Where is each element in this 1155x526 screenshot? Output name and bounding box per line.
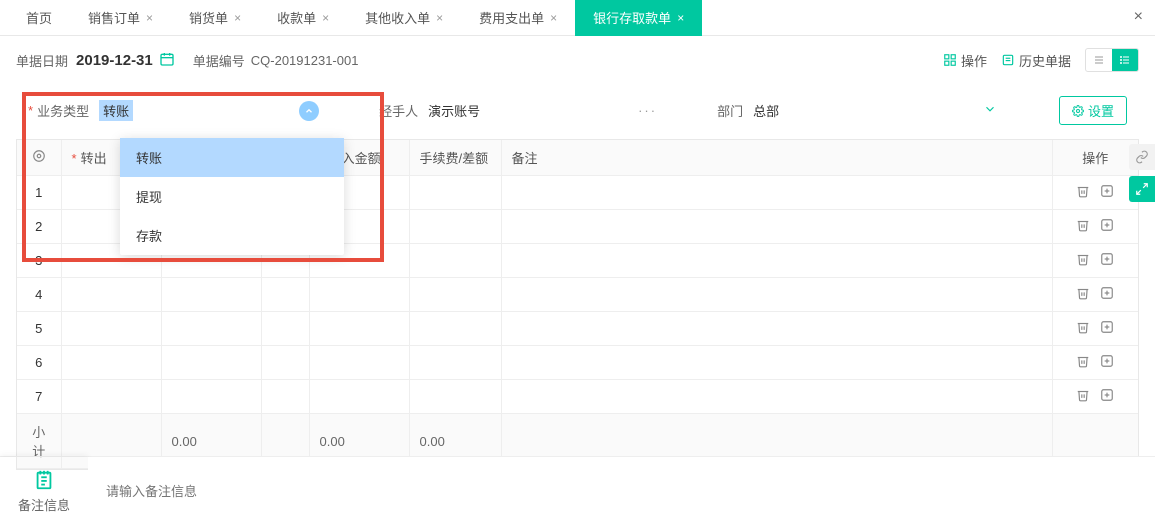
dropdown-item-transfer[interactable]: 转账 xyxy=(120,138,344,177)
delete-row-icon[interactable] xyxy=(1076,388,1090,405)
dept-value[interactable]: 总部 xyxy=(753,101,863,120)
remarks-section: 备注信息 xyxy=(0,456,1155,526)
delete-row-icon[interactable] xyxy=(1076,286,1090,303)
dropdown-item-deposit[interactable]: 存款 xyxy=(120,216,344,255)
tab-receipt[interactable]: 收款单 × xyxy=(259,0,347,36)
dropdown-item-withdraw[interactable]: 提现 xyxy=(120,177,344,216)
col-fee: 手续费/差额 xyxy=(409,140,501,176)
row-index: 4 xyxy=(17,278,61,312)
col-settings[interactable] xyxy=(17,140,61,176)
table-row[interactable]: 6 xyxy=(17,346,1138,380)
history-label: 历史单据 xyxy=(1019,51,1071,70)
handler-field: 经手人 演示账号 ··· xyxy=(379,101,657,120)
tab-home[interactable]: 首页 xyxy=(8,0,70,36)
delete-row-icon[interactable] xyxy=(1076,320,1090,337)
side-toolbar xyxy=(1129,144,1155,208)
add-row-icon[interactable] xyxy=(1100,218,1114,235)
add-row-icon[interactable] xyxy=(1100,388,1114,405)
document-header: 单据日期 2019-12-31 单据编号 CQ-20191231-001 操作 … xyxy=(0,36,1155,84)
close-all-button[interactable]: × xyxy=(1134,8,1143,26)
biz-type-combo[interactable]: 转账 xyxy=(99,100,319,121)
form-row: * 业务类型 转账 经手人 演示账号 ··· 部门 总部 设置 xyxy=(0,84,1155,139)
date-value[interactable]: 2019-12-31 xyxy=(76,52,153,69)
col-remark: 备注 xyxy=(501,140,1052,176)
dept-label: 部门 xyxy=(717,101,743,120)
remarks-tab[interactable]: 备注信息 xyxy=(0,457,88,526)
close-icon[interactable]: × xyxy=(146,11,153,25)
tab-label: 首页 xyxy=(26,8,52,27)
history-link[interactable]: 历史单据 xyxy=(1001,51,1071,70)
operations-link[interactable]: 操作 xyxy=(943,51,987,70)
delete-row-icon[interactable] xyxy=(1076,184,1090,201)
delete-row-icon[interactable] xyxy=(1076,218,1090,235)
tab-label: 销售订单 xyxy=(88,8,140,27)
ops-label: 操作 xyxy=(961,51,987,70)
row-index: 6 xyxy=(17,346,61,380)
nav-tabs: 首页 销售订单 × 销货单 × 收款单 × 其他收入单 × 费用支出单 × 银行存取款单 ×… xyxy=(0,0,1155,36)
doc-number-value: CQ-20191231-001 xyxy=(251,53,359,68)
row-index: 7 xyxy=(17,380,61,414)
add-row-icon[interactable] xyxy=(1100,354,1114,371)
tab-label: 其他收入单 xyxy=(365,8,430,27)
row-index: 3 xyxy=(17,244,61,278)
table-row[interactable]: 5 xyxy=(17,312,1138,346)
biz-type-field: * 业务类型 转账 xyxy=(28,100,319,121)
expand-icon[interactable] xyxy=(1129,176,1155,202)
tab-bank-transfer[interactable]: 银行存取款单 × xyxy=(575,0,702,36)
add-row-icon[interactable] xyxy=(1100,184,1114,201)
table-row[interactable]: 4 xyxy=(17,278,1138,312)
close-icon[interactable]: × xyxy=(436,11,443,25)
settings-label: 设置 xyxy=(1088,101,1114,120)
more-icon[interactable]: ··· xyxy=(638,103,657,118)
tab-sales-order[interactable]: 销售订单 × xyxy=(70,0,171,36)
add-row-icon[interactable] xyxy=(1100,252,1114,269)
view-list-button[interactable] xyxy=(1112,49,1138,71)
tab-expense[interactable]: 费用支出单 × xyxy=(461,0,575,36)
chevron-up-icon[interactable] xyxy=(299,101,319,121)
remarks-tab-label: 备注信息 xyxy=(18,495,70,514)
biz-value: 转账 xyxy=(99,100,133,121)
biz-label: 业务类型 xyxy=(37,101,89,120)
tab-other-income[interactable]: 其他收入单 × xyxy=(347,0,461,36)
add-row-icon[interactable] xyxy=(1100,286,1114,303)
delete-row-icon[interactable] xyxy=(1076,252,1090,269)
tab-label: 销货单 xyxy=(189,8,228,27)
close-icon[interactable]: × xyxy=(677,11,684,25)
close-icon[interactable]: × xyxy=(234,11,241,25)
tab-label: 收款单 xyxy=(277,8,316,27)
required-mark: * xyxy=(28,103,33,118)
doc-number-label: 单据编号 xyxy=(193,51,245,70)
view-grid-button[interactable] xyxy=(1086,49,1112,71)
settings-button[interactable]: 设置 xyxy=(1059,96,1127,125)
row-index: 5 xyxy=(17,312,61,346)
handler-label: 经手人 xyxy=(379,101,418,120)
dept-field: 部门 总部 xyxy=(717,101,997,120)
chevron-down-icon[interactable] xyxy=(983,102,997,119)
delete-row-icon[interactable] xyxy=(1076,354,1090,371)
biz-type-dropdown: 转账 提现 存款 xyxy=(120,138,344,255)
add-row-icon[interactable] xyxy=(1100,320,1114,337)
link-icon[interactable] xyxy=(1129,144,1155,170)
row-index: 2 xyxy=(17,210,61,244)
tab-label: 银行存取款单 xyxy=(593,8,671,27)
col-ops: 操作 xyxy=(1052,140,1138,176)
close-icon[interactable]: × xyxy=(550,11,557,25)
view-toggle xyxy=(1085,48,1139,72)
calendar-icon[interactable] xyxy=(159,51,175,70)
row-index: 1 xyxy=(17,176,61,210)
handler-value[interactable]: 演示账号 xyxy=(428,101,538,120)
date-label: 单据日期 xyxy=(16,51,68,70)
close-icon[interactable]: × xyxy=(322,11,329,25)
remarks-input[interactable] xyxy=(88,457,1155,526)
tab-label: 费用支出单 xyxy=(479,8,544,27)
table-row[interactable]: 7 xyxy=(17,380,1138,414)
tab-delivery[interactable]: 销货单 × xyxy=(171,0,259,36)
